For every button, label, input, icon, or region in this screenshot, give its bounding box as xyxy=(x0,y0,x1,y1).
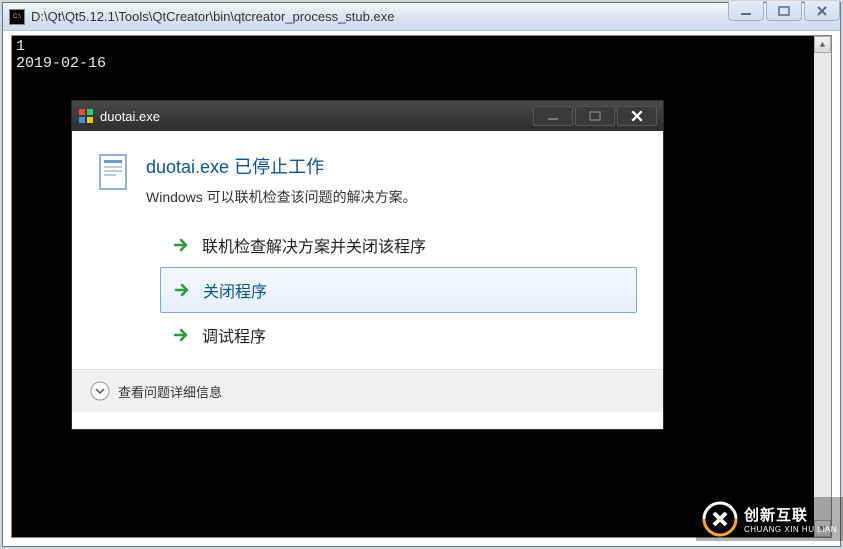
close-icon xyxy=(630,109,644,123)
watermark-logo: 创新互联 CHUANG XIN HU LIAN xyxy=(696,497,843,541)
dialog-heading: duotai.exe 已停止工作 xyxy=(146,153,637,179)
dialog-window-controls xyxy=(531,106,657,126)
scroll-track[interactable] xyxy=(814,53,831,520)
minimize-icon xyxy=(740,5,752,17)
check-online-option[interactable]: 联机检查解决方案并关闭该程序 xyxy=(160,223,637,267)
window-controls xyxy=(728,1,840,21)
option-label: 调试程序 xyxy=(202,323,266,347)
app-icon xyxy=(78,108,94,124)
dialog-footer[interactable]: 查看问题详细信息 xyxy=(72,370,663,412)
logo-icon xyxy=(702,501,738,537)
maximize-icon xyxy=(589,110,601,122)
scroll-up-button[interactable]: ▲ xyxy=(814,36,831,53)
maximize-icon xyxy=(778,5,790,17)
dialog-body: duotai.exe 已停止工作 Windows 可以联机检查该问题的解决方案。… xyxy=(72,131,663,370)
close-program-option[interactable]: 关闭程序 xyxy=(160,267,637,313)
option-list: 联机检查解决方案并关闭该程序 关闭程序 调试程序 xyxy=(160,223,637,357)
details-label: 查看问题详细信息 xyxy=(118,382,222,401)
option-label: 关闭程序 xyxy=(203,278,267,302)
logo-en: CHUANG XIN HU LIAN xyxy=(744,525,837,534)
console-line: 1 xyxy=(16,38,25,55)
dialog-minimize-button xyxy=(533,106,573,126)
minimize-icon xyxy=(547,110,559,122)
minimize-button[interactable] xyxy=(728,1,764,21)
logo-cn: 创新互联 xyxy=(744,504,837,525)
dialog-maximize-button xyxy=(575,106,615,126)
console-titlebar[interactable]: D:\Qt\Qt5.12.1\Tools\QtCreator\bin\qtcre… xyxy=(3,3,840,31)
error-dialog: duotai.exe duotai.exe 已停止工作 xyxy=(71,100,664,430)
report-icon xyxy=(98,153,130,191)
scrollbar[interactable]: ▲ ▼ xyxy=(814,36,831,537)
dialog-titlebar[interactable]: duotai.exe xyxy=(72,101,663,131)
arrow-right-icon xyxy=(172,326,190,344)
console-title: D:\Qt\Qt5.12.1\Tools\QtCreator\bin\qtcre… xyxy=(31,9,834,24)
dialog-title: duotai.exe xyxy=(100,109,531,124)
arrow-right-icon xyxy=(172,236,190,254)
option-label: 联机检查解决方案并关闭该程序 xyxy=(202,233,426,257)
close-icon xyxy=(816,5,828,17)
chevron-down-icon xyxy=(90,381,110,401)
debug-program-option[interactable]: 调试程序 xyxy=(160,313,637,357)
dialog-subheading: Windows 可以联机检查该问题的解决方案。 xyxy=(146,187,637,207)
logo-text: 创新互联 CHUANG XIN HU LIAN xyxy=(744,504,837,534)
dialog-close-button[interactable] xyxy=(617,106,657,126)
console-icon xyxy=(9,9,25,25)
arrow-right-icon xyxy=(173,281,191,299)
close-button[interactable] xyxy=(804,1,840,21)
maximize-button[interactable] xyxy=(766,1,802,21)
console-line: 2019-02-16 xyxy=(16,55,106,72)
